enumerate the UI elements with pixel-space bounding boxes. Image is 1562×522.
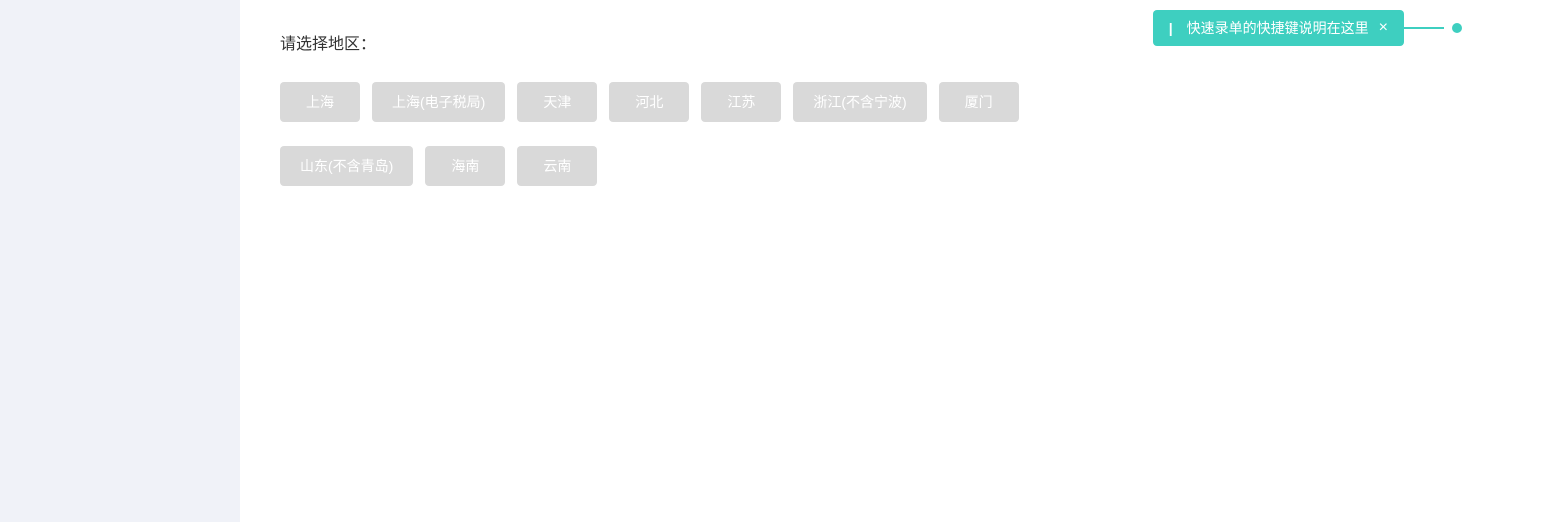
region-grid: 上海 上海(电子税局) 天津 河北 江苏 浙江(不含宁波) 厦门 山东(不含青岛… (280, 82, 1522, 186)
tooltip-dot (1452, 23, 1462, 33)
region-btn-shanghai-etax[interactable]: 上海(电子税局) (372, 82, 505, 122)
region-btn-zhejiang[interactable]: 浙江(不含宁波) (793, 82, 926, 122)
tooltip-box: 快速录单的快捷键说明在这里 × (1153, 10, 1404, 46)
region-btn-hebei[interactable]: 河北 (609, 82, 689, 122)
region-btn-shandong[interactable]: 山东(不含青岛) (280, 146, 413, 186)
region-btn-hainan[interactable]: 海南 (425, 146, 505, 186)
region-btn-shanghai[interactable]: 上海 (280, 82, 360, 122)
region-btn-yunnan[interactable]: 云南 (517, 146, 597, 186)
tooltip-line (1404, 27, 1444, 29)
tooltip-close-button[interactable]: × (1379, 20, 1388, 36)
region-btn-tianjin[interactable]: 天津 (517, 82, 597, 122)
region-btn-jiangsu[interactable]: 江苏 (701, 82, 781, 122)
main-content: 请选择地区： 上海 上海(电子税局) 天津 河北 江苏 浙江(不含宁波) 厦门 … (240, 0, 1562, 522)
sidebar (0, 0, 240, 522)
tooltip-text: 快速录单的快捷键说明在这里 (1187, 18, 1369, 38)
region-btn-xiamen[interactable]: 厦门 (939, 82, 1019, 122)
tooltip-banner: 快速录单的快捷键说明在这里 × (1153, 10, 1462, 46)
